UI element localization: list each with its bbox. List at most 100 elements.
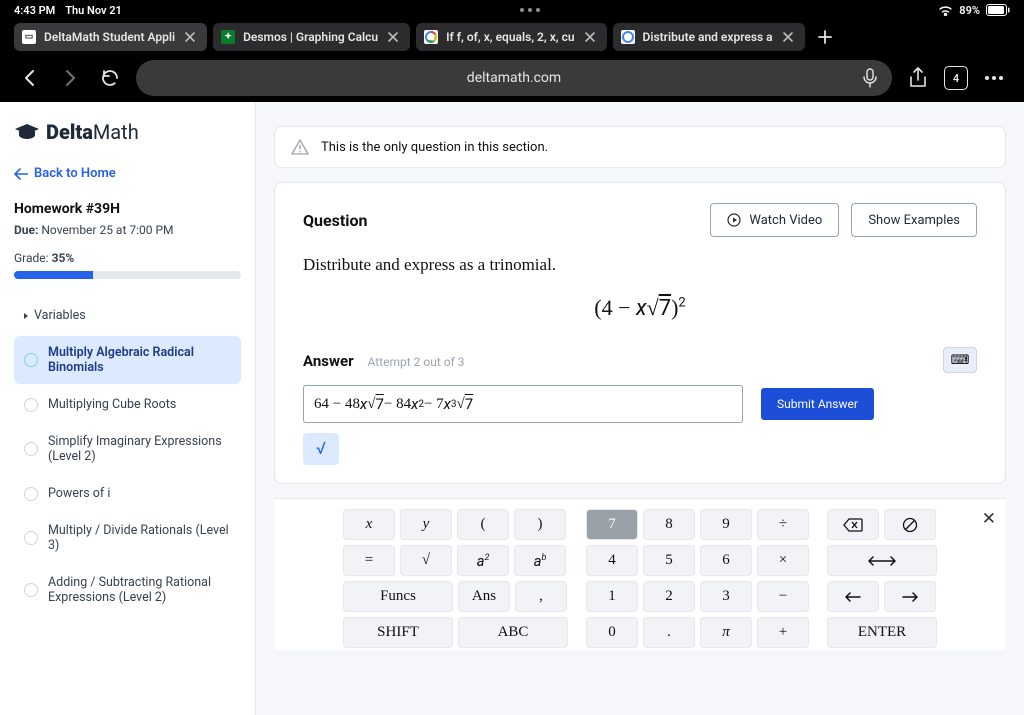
page-content: DeltaMath Back to Home Homework #39H Due… <box>0 102 1024 715</box>
keypad-left-block: x y ( ) = √ a2 ab Funcs Ans , <box>343 509 568 648</box>
tab-count-button[interactable]: 4 <box>944 66 968 90</box>
arrow-left-icon <box>14 168 28 180</box>
keypad-key[interactable]: 7 <box>586 509 638 540</box>
keypad-key[interactable]: . <box>643 617 695 648</box>
sqrt-toolbar-button[interactable]: √ <box>303 433 339 465</box>
keypad-key[interactable]: 9 <box>700 509 752 540</box>
tab-favicon <box>621 30 635 44</box>
question-prompt: Distribute and express as a trinomial. <box>303 255 977 275</box>
overflow-menu-button[interactable] <box>980 64 1008 92</box>
multitask-dots-icon[interactable] <box>520 8 540 12</box>
sidebar-item-rationals[interactable]: Multiply / Divide Rationals (Level 3) <box>14 514 241 562</box>
keypad-key[interactable]: = <box>343 545 395 576</box>
ipad-status-bar: 4:43 PM Thu Nov 21 89% <box>0 0 1024 20</box>
browser-tab[interactable]: ✦ Desmos | Graphing Calcu <box>213 23 410 51</box>
keypad-key[interactable]: + <box>757 617 809 648</box>
keypad-key-lr[interactable] <box>827 545 937 576</box>
share-button[interactable] <box>904 64 932 92</box>
browser-tab[interactable]: ▭ DeltaMath Student Appli <box>14 23 207 51</box>
keypad-key[interactable]: ab <box>514 545 566 576</box>
keypad-key-abc[interactable]: ABC <box>458 617 568 648</box>
keypad-key-enter[interactable]: ENTER <box>827 617 937 648</box>
keypad-key[interactable]: 4 <box>586 545 638 576</box>
keypad-key-left[interactable] <box>827 581 879 612</box>
watch-video-button[interactable]: Watch Video <box>710 203 839 237</box>
keypad-key[interactable]: , <box>515 581 567 612</box>
back-button[interactable] <box>16 64 44 92</box>
tab-title: Distribute and express a <box>643 30 773 44</box>
progress-bar <box>14 271 241 279</box>
keypad-key-shift[interactable]: SHIFT <box>343 617 453 648</box>
keypad-key[interactable]: ÷ <box>757 509 809 540</box>
keypad-key[interactable]: 5 <box>643 545 695 576</box>
keypad-key-funcs[interactable]: Funcs <box>343 581 453 612</box>
browser-tab[interactable]: Distribute and express a <box>613 23 805 51</box>
close-icon[interactable] <box>386 30 400 44</box>
keypad-key[interactable]: × <box>757 545 809 576</box>
lr-arrow-icon <box>867 555 897 567</box>
reload-button[interactable] <box>96 64 124 92</box>
keypad-key[interactable]: ( <box>457 509 509 540</box>
keypad-key[interactable]: 6 <box>700 545 752 576</box>
close-icon[interactable] <box>183 30 197 44</box>
keypad-key[interactable]: 2 <box>643 581 695 612</box>
sidebar-item-multiply-radical-binomials[interactable]: Multiply Algebraic Radical Binomials <box>14 336 241 384</box>
brand-logo[interactable]: DeltaMath <box>14 120 241 144</box>
attempt-counter: Attempt 2 out of 3 <box>368 355 465 369</box>
battery-icon <box>986 4 1010 16</box>
keypad-key[interactable]: 0 <box>586 617 638 648</box>
sidebar-item-variables[interactable]: Variables <box>14 299 241 332</box>
keypad-key[interactable]: a2 <box>457 545 509 576</box>
status-ring-icon <box>24 398 38 412</box>
sidebar-item-add-sub-rational[interactable]: Adding / Subtracting Rational Expression… <box>14 566 241 614</box>
status-ring-icon <box>24 442 38 456</box>
back-to-home-link[interactable]: Back to Home <box>14 166 241 181</box>
math-keypad: ✕ x y ( ) = √ a2 ab F <box>274 498 1006 650</box>
tab-favicon: ▭ <box>22 30 36 44</box>
keypad-key[interactable]: y <box>400 509 452 540</box>
new-tab-button[interactable] <box>811 23 839 51</box>
prohibit-icon <box>902 517 918 533</box>
keypad-key-cancel[interactable] <box>884 509 936 540</box>
mic-icon[interactable] <box>862 68 878 88</box>
close-icon[interactable] <box>583 30 597 44</box>
keypad-key[interactable]: π <box>700 617 752 648</box>
keypad-key-right[interactable] <box>884 581 936 612</box>
keypad-key[interactable]: 1 <box>586 581 638 612</box>
browser-tab[interactable]: If f, of, x, equals, 2, x, cu <box>416 23 606 51</box>
submit-answer-button[interactable]: Submit Answer <box>761 388 874 420</box>
address-bar[interactable]: deltamath.com <box>136 60 892 96</box>
keypad-key[interactable]: 8 <box>643 509 695 540</box>
keyboard-toggle-button[interactable]: ⌨ <box>943 347 977 373</box>
tab-title: DeltaMath Student Appli <box>44 30 175 44</box>
status-date: Thu Nov 21 <box>65 4 122 17</box>
keypad-key[interactable]: x <box>343 509 395 540</box>
keypad-key[interactable]: √ <box>400 545 452 576</box>
sidebar-item-cube-roots[interactable]: Multiplying Cube Roots <box>14 388 241 421</box>
section-notice: This is the only question in this sectio… <box>274 126 1006 168</box>
arrow-left-icon <box>844 591 862 603</box>
keypad-key[interactable]: 3 <box>700 581 752 612</box>
keypad-key[interactable]: − <box>757 581 809 612</box>
forward-button[interactable] <box>56 64 84 92</box>
keypad-right-block: ENTER <box>827 509 937 648</box>
main-column: This is the only question in this sectio… <box>256 102 1024 715</box>
status-ring-icon <box>24 583 38 597</box>
wifi-icon <box>938 5 953 16</box>
question-card: Question Watch Video Show Examples Distr… <box>274 182 1006 484</box>
question-expression: (4 − x√7)2 <box>303 295 977 321</box>
answer-input[interactable]: 64 − 48x√7 − 84x2 − 7x3√7 <box>303 385 743 423</box>
play-icon <box>727 213 741 227</box>
keypad-close-button[interactable]: ✕ <box>982 509 996 529</box>
close-icon[interactable] <box>781 30 795 44</box>
show-examples-button[interactable]: Show Examples <box>851 203 977 237</box>
keypad-key-ans[interactable]: Ans <box>458 581 510 612</box>
backspace-icon <box>843 518 863 532</box>
keypad-key[interactable]: ) <box>514 509 566 540</box>
sidebar-item-imaginary[interactable]: Simplify Imaginary Expressions (Level 2) <box>14 425 241 473</box>
tab-title: If f, of, x, equals, 2, x, cu <box>446 30 574 44</box>
keypad-key-backspace[interactable] <box>827 509 879 540</box>
sidebar-item-powers-of-i[interactable]: Powers of i <box>14 477 241 510</box>
status-ring-icon <box>24 531 38 545</box>
graduation-cap-icon <box>14 123 40 141</box>
